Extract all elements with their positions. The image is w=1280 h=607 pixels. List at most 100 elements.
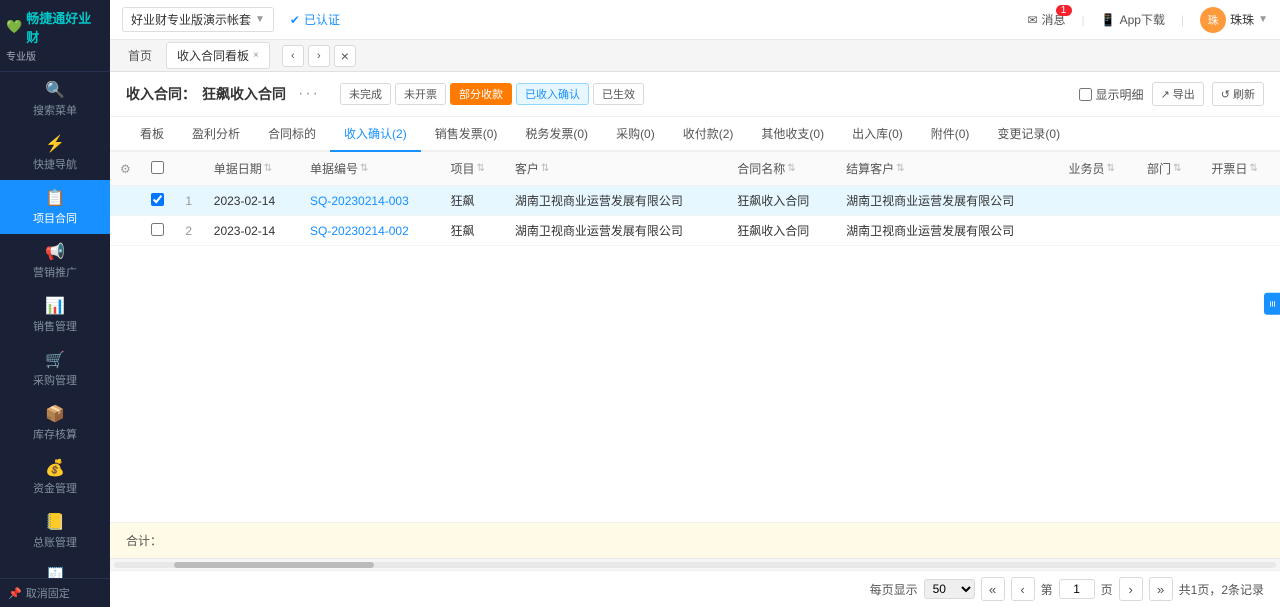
sort-customer-icon[interactable]: ⇅: [541, 163, 549, 174]
sidebar-item-marketing[interactable]: 📢 营销推广: [0, 234, 110, 288]
selector-arrow-icon: ▼: [255, 14, 265, 25]
last-page-btn[interactable]: »: [1149, 577, 1173, 601]
sub-tab-sales-invoice[interactable]: 销售发票(0): [421, 117, 512, 152]
tab-close-icon[interactable]: ×: [253, 50, 259, 61]
pin-icon: 📌: [8, 587, 22, 600]
tab-window-close[interactable]: ×: [334, 45, 356, 67]
page-input[interactable]: [1059, 579, 1095, 599]
td-checkbox: [141, 186, 174, 216]
sort-project-icon[interactable]: ⇅: [477, 163, 485, 174]
sort-code-icon[interactable]: ⇅: [360, 163, 368, 174]
th-code-label: 单据编号: [310, 160, 358, 177]
sidebar-item-funds[interactable]: 💰 资金管理: [0, 450, 110, 504]
td-customer: 湖南卫视商业运营发展有限公司: [505, 186, 727, 216]
settings-icon[interactable]: ⚙: [120, 162, 131, 176]
td-open-date: [1201, 216, 1280, 246]
hscrollbar-track: [114, 562, 1276, 568]
select-all-checkbox[interactable]: [151, 161, 164, 174]
sub-tab-attachment[interactable]: 附件(0): [917, 117, 984, 152]
right-panel-toggle[interactable]: ≡: [1264, 292, 1280, 314]
show-detail-label: 显示明细: [1079, 86, 1144, 103]
income-table: ⚙ 单据日期 ⇅: [110, 152, 1280, 246]
status-btn-uninvoiced[interactable]: 未开票: [395, 83, 446, 105]
prev-page-btn[interactable]: ‹: [1011, 577, 1035, 601]
sort-contract-icon[interactable]: ⇅: [787, 163, 795, 174]
sidebar-item-label: 采购管理: [33, 372, 77, 388]
contract-title: 狂飙收入合同: [202, 84, 286, 104]
td-result-customer: 湖南卫视商业运营发展有限公司: [836, 216, 1058, 246]
sub-tab-purchase[interactable]: 采购(0): [602, 117, 669, 152]
marketing-icon: 📢: [45, 242, 65, 262]
next-page-btn[interactable]: ›: [1119, 577, 1143, 601]
sidebar-item-label: 库存核算: [33, 426, 77, 442]
sub-tab-dashboard[interactable]: 看板: [126, 117, 178, 152]
tab-active-label: 收入合同看板: [177, 47, 249, 64]
sort-dept-icon[interactable]: ⇅: [1173, 163, 1181, 174]
sub-tab-tax-invoice[interactable]: 税务发票(0): [511, 117, 602, 152]
status-btn-partial[interactable]: 部分收款: [450, 83, 512, 105]
status-buttons: 未完成 未开票 部分收款 已收入确认 已生效: [340, 83, 644, 105]
sidebar-item-inventory[interactable]: 📦 库存核算: [0, 396, 110, 450]
td-settings: [110, 186, 141, 216]
sort-salesperson-icon[interactable]: ⇅: [1107, 163, 1115, 174]
ledger-icon: 📒: [45, 512, 65, 532]
tab-income-contract[interactable]: 收入合同看板 ×: [166, 42, 270, 69]
user-menu[interactable]: 珠 珠珠 ▼: [1200, 7, 1268, 33]
export-button[interactable]: ↗ 导出: [1152, 82, 1204, 106]
tab-home[interactable]: 首页: [118, 43, 162, 68]
first-page-btn[interactable]: «: [981, 577, 1005, 601]
status-btn-confirmed[interactable]: 已收入确认: [516, 83, 589, 105]
sidebar-item-ledger[interactable]: 📒 总账管理: [0, 504, 110, 558]
more-button[interactable]: ···: [298, 85, 320, 103]
avatar-text: 珠: [1208, 12, 1219, 28]
sub-tab-contract-items[interactable]: 合同标的: [254, 117, 330, 152]
hscrollbar-thumb[interactable]: [174, 562, 374, 568]
show-detail-checkbox[interactable]: [1079, 88, 1092, 101]
sidebar-item-sales[interactable]: 📊 销售管理: [0, 288, 110, 342]
tab-next-arrow[interactable]: ›: [308, 45, 330, 67]
per-page-select[interactable]: 50 100 200: [924, 579, 975, 599]
company-selector[interactable]: 好业财专业版演示帐套 ▼: [122, 7, 274, 32]
phone-icon: 📱: [1101, 13, 1116, 27]
sub-tab-profit[interactable]: 盈利分析: [178, 117, 254, 152]
message-button[interactable]: ✉ 1 消息: [1027, 11, 1065, 28]
sort-opendate-icon[interactable]: ⇅: [1249, 163, 1257, 174]
sidebar-item-purchase[interactable]: 🛒 采购管理: [0, 342, 110, 396]
table-row[interactable]: 2 2023-02-14 SQ-20230214-002 狂飙 湖南卫视商业运营…: [110, 216, 1280, 246]
app-download-button[interactable]: 📱 App下载: [1101, 11, 1165, 28]
breadcrumb: 收入合同：: [126, 84, 196, 104]
th-project: 项目 ⇅: [441, 152, 505, 186]
sub-tab-other[interactable]: 其他收支(0): [747, 117, 838, 152]
status-btn-effective[interactable]: 已生效: [593, 83, 644, 105]
td-project: 狂飙: [441, 216, 505, 246]
tab-prev-arrow[interactable]: ‹: [282, 45, 304, 67]
table-row[interactable]: 1 2023-02-14 SQ-20230214-003 狂飙 湖南卫视商业运营…: [110, 186, 1280, 216]
tabbar: 首页 收入合同看板 × ‹ › ×: [110, 40, 1280, 72]
th-project-label: 项目: [451, 160, 475, 177]
refresh-button[interactable]: ↺ 刷新: [1212, 82, 1264, 106]
funds-icon: 💰: [45, 458, 65, 478]
sub-tab-payment[interactable]: 收付款(2): [669, 117, 748, 152]
sort-date-icon[interactable]: ⇅: [264, 163, 272, 174]
status-btn-incomplete[interactable]: 未完成: [340, 83, 391, 105]
hscrollbar[interactable]: [110, 558, 1280, 570]
row1-code-link[interactable]: SQ-20230214-003: [310, 194, 409, 208]
row2-checkbox[interactable]: [151, 223, 164, 236]
sub-tab-changes[interactable]: 变更记录(0): [983, 117, 1074, 152]
topbar-right: ✉ 1 消息 | 📱 App下载 | 珠 珠珠 ▼: [1027, 7, 1268, 33]
sidebar-item-search[interactable]: 🔍 搜索菜单: [0, 72, 110, 126]
sidebar-item-project[interactable]: 📋 项目合同: [0, 180, 110, 234]
sidebar-item-invoice[interactable]: 🧾 发票管理: [0, 558, 110, 578]
row1-checkbox[interactable]: [151, 193, 164, 206]
sub-tab-warehouse[interactable]: 出入库(0): [838, 117, 917, 152]
avatar: 珠: [1200, 7, 1226, 33]
search-icon: 🔍: [45, 80, 65, 100]
sidebar-item-quicknav[interactable]: ⚡ 快捷导航: [0, 126, 110, 180]
th-code: 单据编号 ⇅: [300, 152, 440, 186]
sidebar-pin-toggle[interactable]: 📌 取消固定: [0, 578, 110, 607]
certified-badge: ✔ 已认证: [290, 11, 340, 28]
row2-code-link[interactable]: SQ-20230214-002: [310, 224, 409, 238]
sub-tab-income-confirm[interactable]: 收入确认(2): [330, 117, 421, 152]
sidebar-pin-label: 取消固定: [26, 585, 70, 601]
sort-result-icon[interactable]: ⇅: [896, 163, 904, 174]
